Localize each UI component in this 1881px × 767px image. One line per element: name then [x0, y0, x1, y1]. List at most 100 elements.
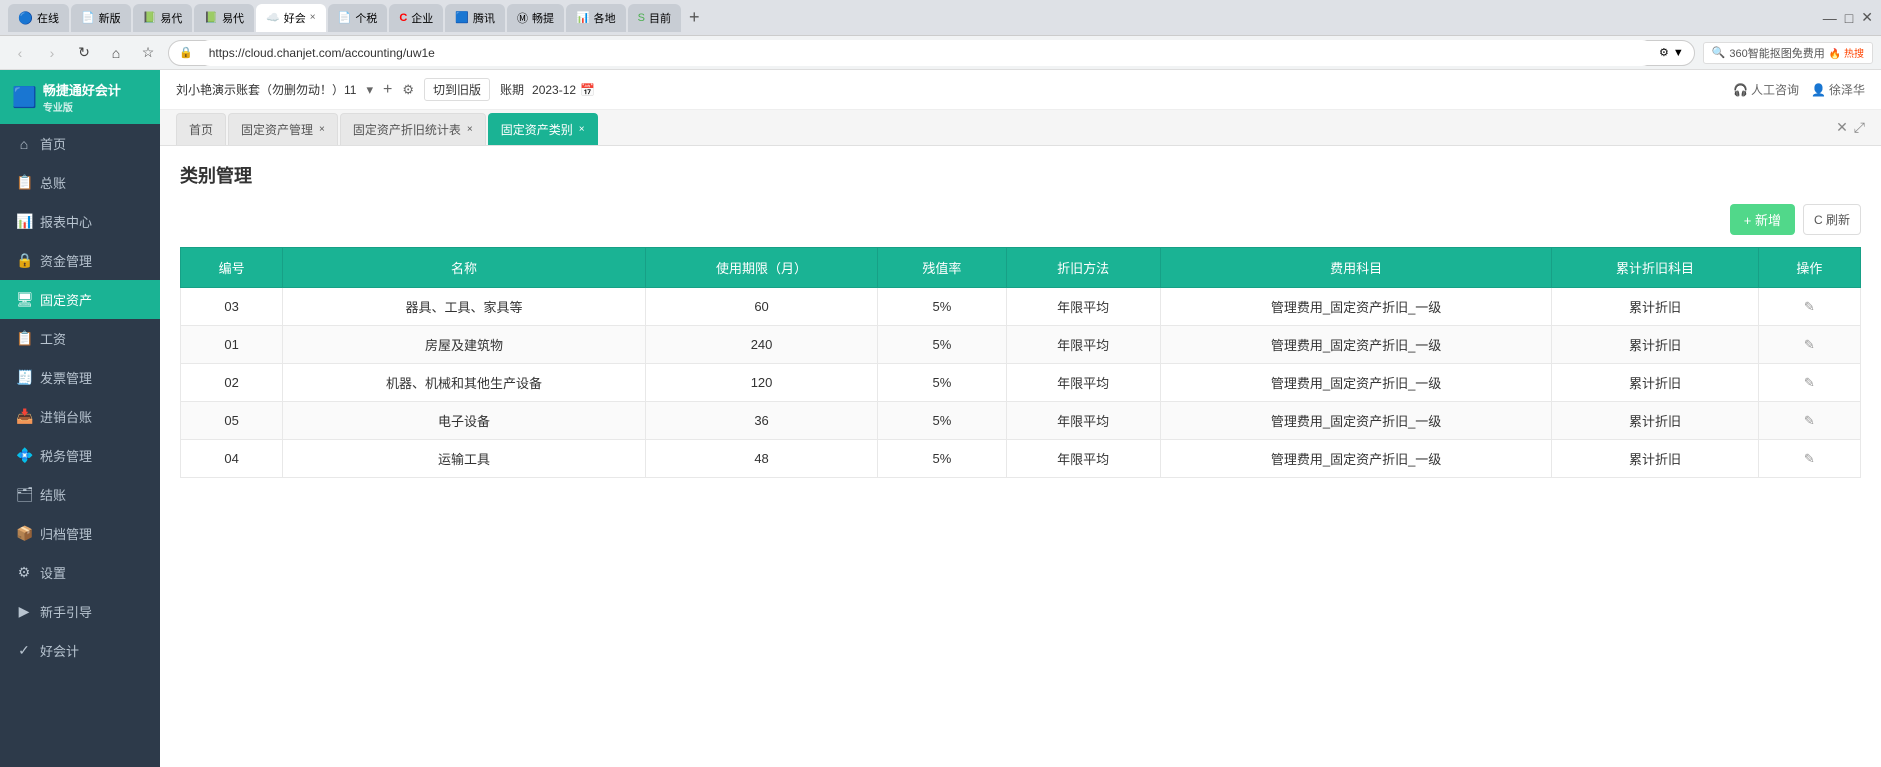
- cell-period-1: 240: [645, 326, 877, 364]
- tab-depreciation-stats[interactable]: 固定资产折旧统计表 ×: [340, 113, 486, 145]
- edit-button-3[interactable]: ✎: [1804, 413, 1815, 429]
- browser-tab-qiye[interactable]: C 企业: [389, 4, 443, 32]
- refresh-button[interactable]: C 刷新: [1803, 204, 1861, 235]
- user-avatar[interactable]: 👤 徐泽华: [1811, 81, 1865, 98]
- cell-code-3[interactable]: 05: [181, 402, 283, 440]
- cell-method-3: 年限平均: [1006, 402, 1160, 440]
- ai-consult-button[interactable]: 🎧 人工咨询: [1733, 81, 1799, 98]
- cell-name-0: 器具、工具、家具等: [283, 288, 646, 326]
- tab-expand-icon[interactable]: ✕: [1836, 119, 1848, 136]
- app-container: 🟦 畅捷通好会计 专业版 ⌂ 首页 📋 总账 📊 报表中心 🔒 资金管理 🖥 固…: [0, 70, 1881, 767]
- bookmark-button[interactable]: ☆: [136, 41, 160, 65]
- sidebar-item-archive[interactable]: 📦 归档管理: [0, 514, 160, 553]
- back-button[interactable]: ‹: [8, 41, 32, 65]
- close-icon: 🗂: [16, 486, 32, 503]
- dropdown-icon[interactable]: ▾: [366, 82, 373, 98]
- add-tab-button[interactable]: +: [683, 7, 706, 28]
- expand-icon[interactable]: ▼: [1673, 47, 1684, 59]
- close-window-button[interactable]: ✕: [1861, 9, 1873, 26]
- browser-tab-bar: 🔵 在线 📄 新版 📗 易代 📗 易代 ☁️ 好会 × 📄 个税 C 企业: [0, 0, 1881, 36]
- sidebar-item-purchase-sale[interactable]: 📥 进销台账: [0, 397, 160, 436]
- browser-tab-muqian[interactable]: S 目前: [628, 4, 681, 32]
- sidebar-item-close[interactable]: 🗂 结账: [0, 475, 160, 514]
- cell-code-4[interactable]: 04: [181, 440, 283, 478]
- col-header-period: 使用期限（月）: [645, 248, 877, 288]
- cell-code-1[interactable]: 01: [181, 326, 283, 364]
- sidebar-item-invoice[interactable]: 🧾 发票管理: [0, 358, 160, 397]
- fixed-assets-icon: 🖥: [16, 291, 32, 308]
- tab-close-category[interactable]: ×: [579, 124, 585, 135]
- avatar-icon: 👤: [1811, 83, 1826, 97]
- sidebar-item-salary[interactable]: 📋 工资: [0, 319, 160, 358]
- browser-tab-geshui[interactable]: 📄 个税: [328, 4, 388, 32]
- col-header-action: 操作: [1758, 248, 1860, 288]
- browser-tab-tengxun[interactable]: 🟦 腾讯: [445, 4, 505, 32]
- tab-close-depreciation-stats[interactable]: ×: [467, 124, 473, 135]
- browser-tab-gedi[interactable]: 📊 各地: [566, 4, 626, 32]
- browser-tab-yidai1[interactable]: 📗 易代: [133, 4, 193, 32]
- browser-tab-active[interactable]: ☁️ 好会 ×: [256, 4, 326, 32]
- sidebar-item-kuaiji[interactable]: ✓ 好会计: [0, 631, 160, 670]
- sidebar-item-ledger[interactable]: 📋 总账: [0, 163, 160, 202]
- settings-icon: ⚙: [16, 564, 32, 581]
- cell-action-3: ✎: [1758, 402, 1860, 440]
- sidebar: 🟦 畅捷通好会计 专业版 ⌂ 首页 📋 总账 📊 报表中心 🔒 资金管理 🖥 固…: [0, 70, 160, 767]
- edit-button-4[interactable]: ✎: [1804, 451, 1815, 467]
- headset-icon: 🎧: [1733, 83, 1748, 97]
- salary-icon: 📋: [16, 330, 32, 347]
- sidebar-item-tax[interactable]: 💠 税务管理: [0, 436, 160, 475]
- sidebar-item-reports[interactable]: 📊 报表中心: [0, 202, 160, 241]
- edit-button-2[interactable]: ✎: [1804, 375, 1815, 391]
- switch-version-button[interactable]: 切到旧版: [424, 78, 490, 101]
- cell-code-0[interactable]: 03: [181, 288, 283, 326]
- forward-button[interactable]: ›: [40, 41, 64, 65]
- cell-method-1: 年限平均: [1006, 326, 1160, 364]
- tab-fixed-assets-mgmt[interactable]: 固定资产管理 ×: [228, 113, 338, 145]
- page-title: 类别管理: [180, 162, 1861, 188]
- browser-tab-zaixin[interactable]: 🔵 在线: [8, 4, 69, 32]
- site-info-icon[interactable]: ⚙: [1659, 46, 1669, 59]
- cell-accumulated-3: 累计折旧: [1552, 402, 1758, 440]
- sidebar-item-fixed-assets[interactable]: 🖥 固定资产: [0, 280, 160, 319]
- tab-fixed-assets-category[interactable]: 固定资产类别 ×: [488, 113, 598, 145]
- home-button[interactable]: ⌂: [104, 41, 128, 65]
- ledger-icon: 📋: [16, 174, 32, 191]
- top-bar: 刘小艳演示账套（勿删勿动！）11 ▾ + ⚙ 切到旧版 账期 2023-12 📅…: [160, 70, 1881, 110]
- cell-name-1: 房屋及建筑物: [283, 326, 646, 364]
- col-header-method: 折旧方法: [1006, 248, 1160, 288]
- tabs-bar: 首页 固定资产管理 × 固定资产折旧统计表 × 固定资产类别 × ✕ ⤢: [160, 110, 1881, 146]
- edit-button-0[interactable]: ✎: [1804, 299, 1815, 315]
- cell-expense-1: 管理费用_固定资产折旧_一级: [1160, 326, 1552, 364]
- edit-button-1[interactable]: ✎: [1804, 337, 1815, 353]
- browser-tab-yidai2[interactable]: 📗 易代: [194, 4, 254, 32]
- sidebar-item-settings[interactable]: ⚙ 设置: [0, 553, 160, 592]
- tab-close-fixed-assets-mgmt[interactable]: ×: [319, 124, 325, 135]
- top-bar-right: 🎧 人工咨询 👤 徐泽华: [1733, 81, 1865, 98]
- calendar-icon[interactable]: 📅: [580, 83, 595, 97]
- add-button[interactable]: + 新增: [1730, 204, 1795, 235]
- tab-fullscreen-icon[interactable]: ⤢: [1854, 119, 1865, 136]
- home-icon: ⌂: [16, 136, 32, 152]
- sidebar-item-home[interactable]: ⌂ 首页: [0, 124, 160, 163]
- browser-nav: ‹ › ↻ ⌂ ☆ 🔒 ⚙ ▼ 🔍 360智能抠图免费用 🔥 热搜: [0, 36, 1881, 70]
- tab-home[interactable]: 首页: [176, 113, 226, 145]
- maximize-button[interactable]: □: [1845, 10, 1853, 26]
- cell-name-4: 运输工具: [283, 440, 646, 478]
- url-input[interactable]: [197, 40, 1655, 66]
- browser-tab-xinban[interactable]: 📄 新版: [71, 4, 131, 32]
- minimize-button[interactable]: —: [1823, 10, 1837, 26]
- add-company-button[interactable]: +: [383, 81, 392, 99]
- sidebar-item-funds[interactable]: 🔒 资金管理: [0, 241, 160, 280]
- browser-tab-close[interactable]: ×: [310, 12, 316, 23]
- sidebar-item-guide[interactable]: ▶ 新手引导: [0, 592, 160, 631]
- reload-button[interactable]: ↻: [72, 41, 96, 65]
- browser-tab-changte[interactable]: Ⓜ 畅提: [507, 4, 564, 32]
- settings-icon-topbar[interactable]: ⚙: [402, 82, 414, 98]
- cell-code-2[interactable]: 02: [181, 364, 283, 402]
- cell-action-0: ✎: [1758, 288, 1860, 326]
- category-table: 编号 名称 使用期限（月） 残值率 折旧方法 费用科目 累计折旧科目 操作 03…: [180, 247, 1861, 478]
- main-content: 刘小艳演示账套（勿删勿动！）11 ▾ + ⚙ 切到旧版 账期 2023-12 📅…: [160, 70, 1881, 767]
- cell-period-0: 60: [645, 288, 877, 326]
- logo-icon: 🟦: [12, 85, 37, 110]
- cell-method-2: 年限平均: [1006, 364, 1160, 402]
